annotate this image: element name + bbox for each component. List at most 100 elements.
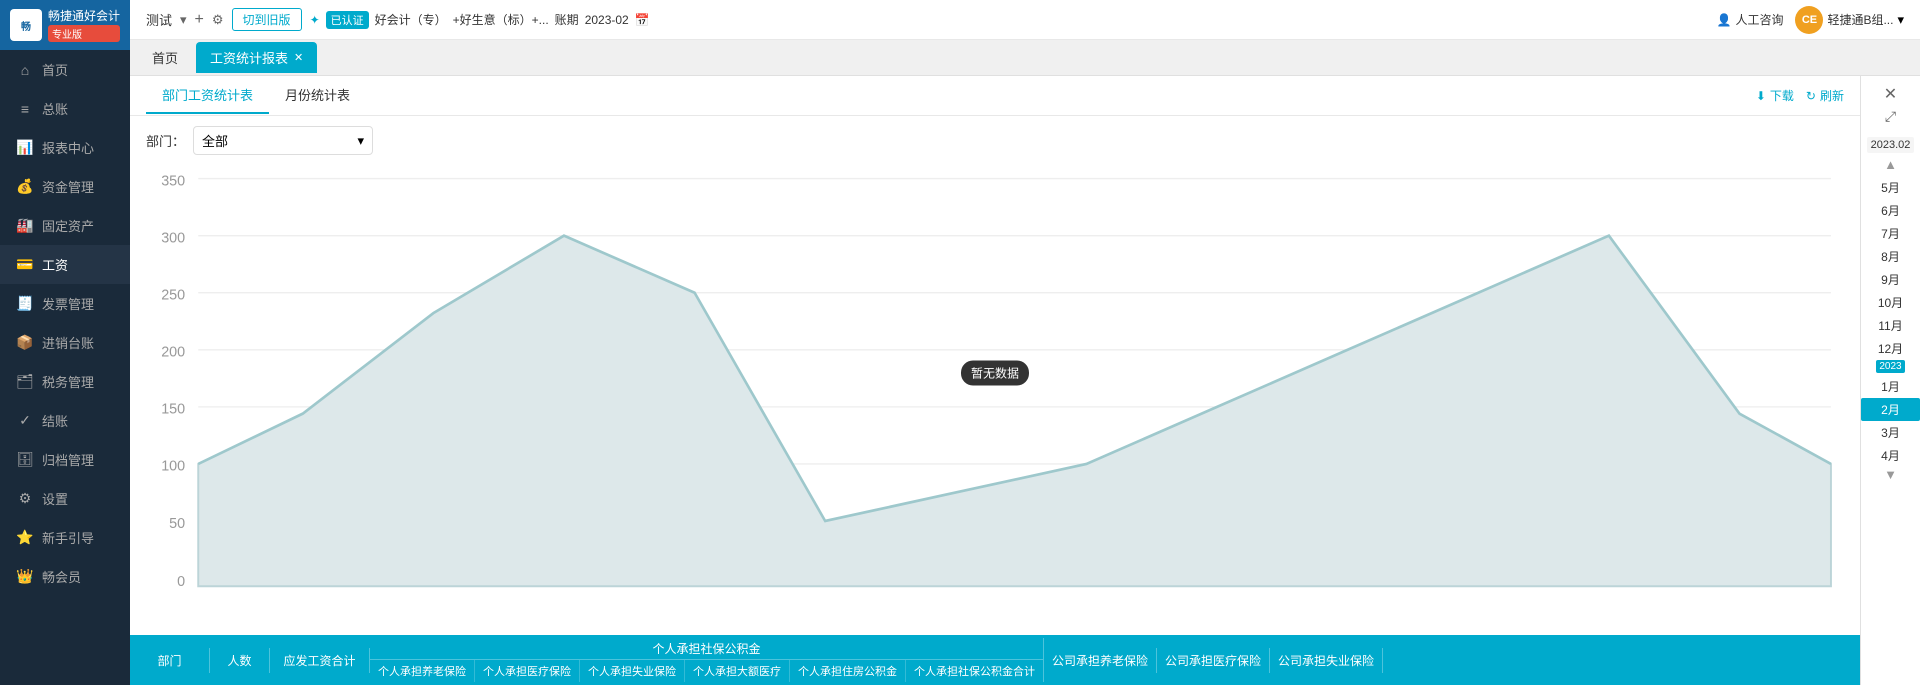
add-button[interactable]: +	[195, 11, 204, 29]
consultant-button[interactable]: 👤 人工咨询	[1716, 11, 1783, 28]
sidebar-item-reports[interactable]: 📊 报表中心	[0, 128, 130, 167]
sidebar-item-ledger[interactable]: ≡ 总账	[0, 89, 130, 128]
funds-icon: 💰	[16, 178, 34, 195]
chart-svg: 350 300 250 200 150 100 50 0	[146, 165, 1844, 627]
topbar-status: ✦ 已认证 好会计（专） +好生意（标）+... 账期 2023-02 📅	[310, 11, 650, 29]
switch-version-button[interactable]: 切到旧版	[232, 8, 302, 31]
subtab-dept[interactable]: 部门工资统计表	[146, 77, 269, 114]
member-icon: 👑	[16, 568, 34, 585]
refresh-button[interactable]: ↻ 刷新	[1806, 87, 1844, 104]
panel-current-date: 2023.02	[1867, 137, 1915, 153]
consultant-label: 人工咨询	[1735, 11, 1783, 28]
svg-text:200: 200	[161, 344, 185, 360]
svg-text:300: 300	[161, 230, 185, 246]
purchase-icon: 📦	[16, 334, 34, 351]
guide-icon: ⭐	[16, 529, 34, 546]
sidebar-item-invoice[interactable]: 🧾 发票管理	[0, 284, 130, 323]
topbar-right: 👤 人工咨询 CE 轻捷通B组... ▾	[1716, 6, 1904, 34]
panel-month-3[interactable]: 3月	[1861, 421, 1920, 444]
panel-month-6[interactable]: 6月	[1861, 199, 1920, 222]
salary-icon: 💳	[16, 256, 34, 273]
sidebar-item-label: 资金管理	[42, 177, 94, 196]
company-dropdown-icon[interactable]: ▾	[180, 12, 187, 28]
refresh-label: 刷新	[1820, 87, 1844, 104]
panel-month-8[interactable]: 8月	[1861, 245, 1920, 268]
download-icon: ⬇	[1756, 89, 1766, 103]
sidebar-item-salary[interactable]: 💳 工资	[0, 245, 130, 284]
sidebar-item-home[interactable]: ⌂ 首页	[0, 50, 130, 89]
tab-salary-label: 工资统计报表	[210, 48, 288, 67]
panel-month-7[interactable]: 7月	[1861, 222, 1920, 245]
col-dept: 部门	[130, 648, 210, 673]
user-dropdown-icon: ▾	[1897, 12, 1904, 28]
panel-nav-down[interactable]: ▼	[1884, 467, 1897, 482]
panel-month-9[interactable]: 9月	[1861, 268, 1920, 291]
sidebar-item-label: 总账	[42, 99, 68, 118]
chart-container: 350 300 250 200 150 100 50 0	[130, 165, 1860, 635]
sidebar-item-guide[interactable]: ⭐ 新手引导	[0, 518, 130, 557]
panel-month-10[interactable]: 10月	[1861, 291, 1920, 314]
topbar-settings-icon[interactable]: ⚙	[212, 12, 224, 28]
panel-close-button[interactable]: ✕	[1884, 84, 1897, 104]
panel-month-1[interactable]: 1月	[1861, 375, 1920, 398]
filter-label: 部门：	[146, 131, 185, 150]
logo-name: 畅捷通好会计	[48, 8, 120, 25]
sidebar-item-settings[interactable]: ⚙ 设置	[0, 479, 130, 518]
tab-close-icon[interactable]: ✕	[294, 51, 303, 64]
sidebar-item-tax[interactable]: 🗂 税务管理	[0, 362, 130, 401]
right-panel: ✕ ⤢ 2023.02 ▲ 5月 6月 7月 8月 9月 10月 11月 12月…	[1860, 76, 1920, 685]
subtab-actions: ⬇ 下载 ↻ 刷新	[1756, 87, 1844, 104]
username: 轻捷通B组...	[1827, 11, 1893, 28]
sidebar-item-settle[interactable]: ✓ 结账	[0, 401, 130, 440]
panel-month-11[interactable]: 11月	[1861, 314, 1920, 337]
tax-icon: 🗂	[16, 373, 34, 390]
sidebar-item-label: 首页	[42, 60, 68, 79]
sidebar-item-label: 畅会员	[42, 567, 81, 586]
sidebar-item-purchase[interactable]: 📦 进销台账	[0, 323, 130, 362]
col-company-unemployment: 公司承担失业保险	[1270, 648, 1383, 673]
subtab-monthly[interactable]: 月份统计表	[269, 77, 366, 114]
company-name: 测试	[146, 10, 172, 29]
col-personal-pension: 个人承担养老保险	[370, 660, 475, 682]
panel-month-12[interactable]: 12月	[1861, 337, 1920, 360]
sidebar-item-funds[interactable]: 💰 资金管理	[0, 167, 130, 206]
period-value: 2023-02	[585, 13, 629, 27]
user-menu[interactable]: CE 轻捷通B组... ▾	[1795, 6, 1904, 34]
col-group-children: 个人承担养老保险 个人承担医疗保险 个人承担失业保险 个人承担大额医疗 个人承担…	[370, 660, 1043, 682]
sidebar-item-assets[interactable]: 🏭 固定资产	[0, 206, 130, 245]
panel-month-5[interactable]: 5月	[1861, 176, 1920, 199]
panel-year-badge: 2023	[1876, 360, 1904, 373]
chart-wrapper: 350 300 250 200 150 100 50 0	[146, 165, 1844, 627]
download-button[interactable]: ⬇ 下载	[1756, 87, 1794, 104]
panel-expand-button[interactable]: ⤢	[1885, 108, 1896, 125]
sidebar-item-label: 发票管理	[42, 294, 94, 313]
col-personal-unemployment: 个人承担失业保险	[580, 660, 685, 682]
content-main: 部门工资统计表 月份统计表 ⬇ 下载 ↻ 刷新	[130, 76, 1860, 685]
col-count: 人数	[210, 648, 270, 673]
panel-month-4[interactable]: 4月	[1861, 444, 1920, 467]
ledger-icon: ≡	[16, 101, 34, 117]
calendar-icon: 📅	[635, 13, 650, 27]
invoice-icon: 🧾	[16, 295, 34, 312]
panel-nav-up[interactable]: ▲	[1884, 157, 1897, 172]
sidebar-item-member[interactable]: 👑 畅会员	[0, 557, 130, 596]
panel-month-2[interactable]: 2月	[1861, 398, 1920, 421]
dept-select-value: 全部	[202, 131, 228, 150]
sidebar-item-label: 税务管理	[42, 372, 94, 391]
logo-badge: 专业版	[48, 25, 120, 42]
consultant-icon: 👤	[1716, 13, 1731, 27]
sidebar-item-label: 工资	[42, 255, 68, 274]
col-company-medical: 公司承担医疗保险	[1157, 648, 1270, 673]
accounting-type: 好会计（专）	[375, 11, 447, 28]
sidebar-item-archive[interactable]: 🗄 归档管理	[0, 440, 130, 479]
table-footer: 部门 人数 应发工资合计 个人承担社保公积金 个人承担养老保险 个人承担医疗保险…	[130, 635, 1860, 685]
svg-text:250: 250	[161, 287, 185, 303]
col-personal-total: 个人承担社保公积金合计	[906, 660, 1043, 682]
dept-select[interactable]: 全部 ▾	[193, 126, 373, 155]
certified-icon: ✦	[310, 13, 320, 27]
subtab-dept-label: 部门工资统计表	[162, 88, 253, 103]
archive-icon: 🗄	[16, 451, 34, 468]
tab-salary-report[interactable]: 工资统计报表 ✕	[196, 42, 317, 73]
logo-icon: 畅	[10, 9, 42, 41]
tab-home[interactable]: 首页	[138, 42, 192, 73]
